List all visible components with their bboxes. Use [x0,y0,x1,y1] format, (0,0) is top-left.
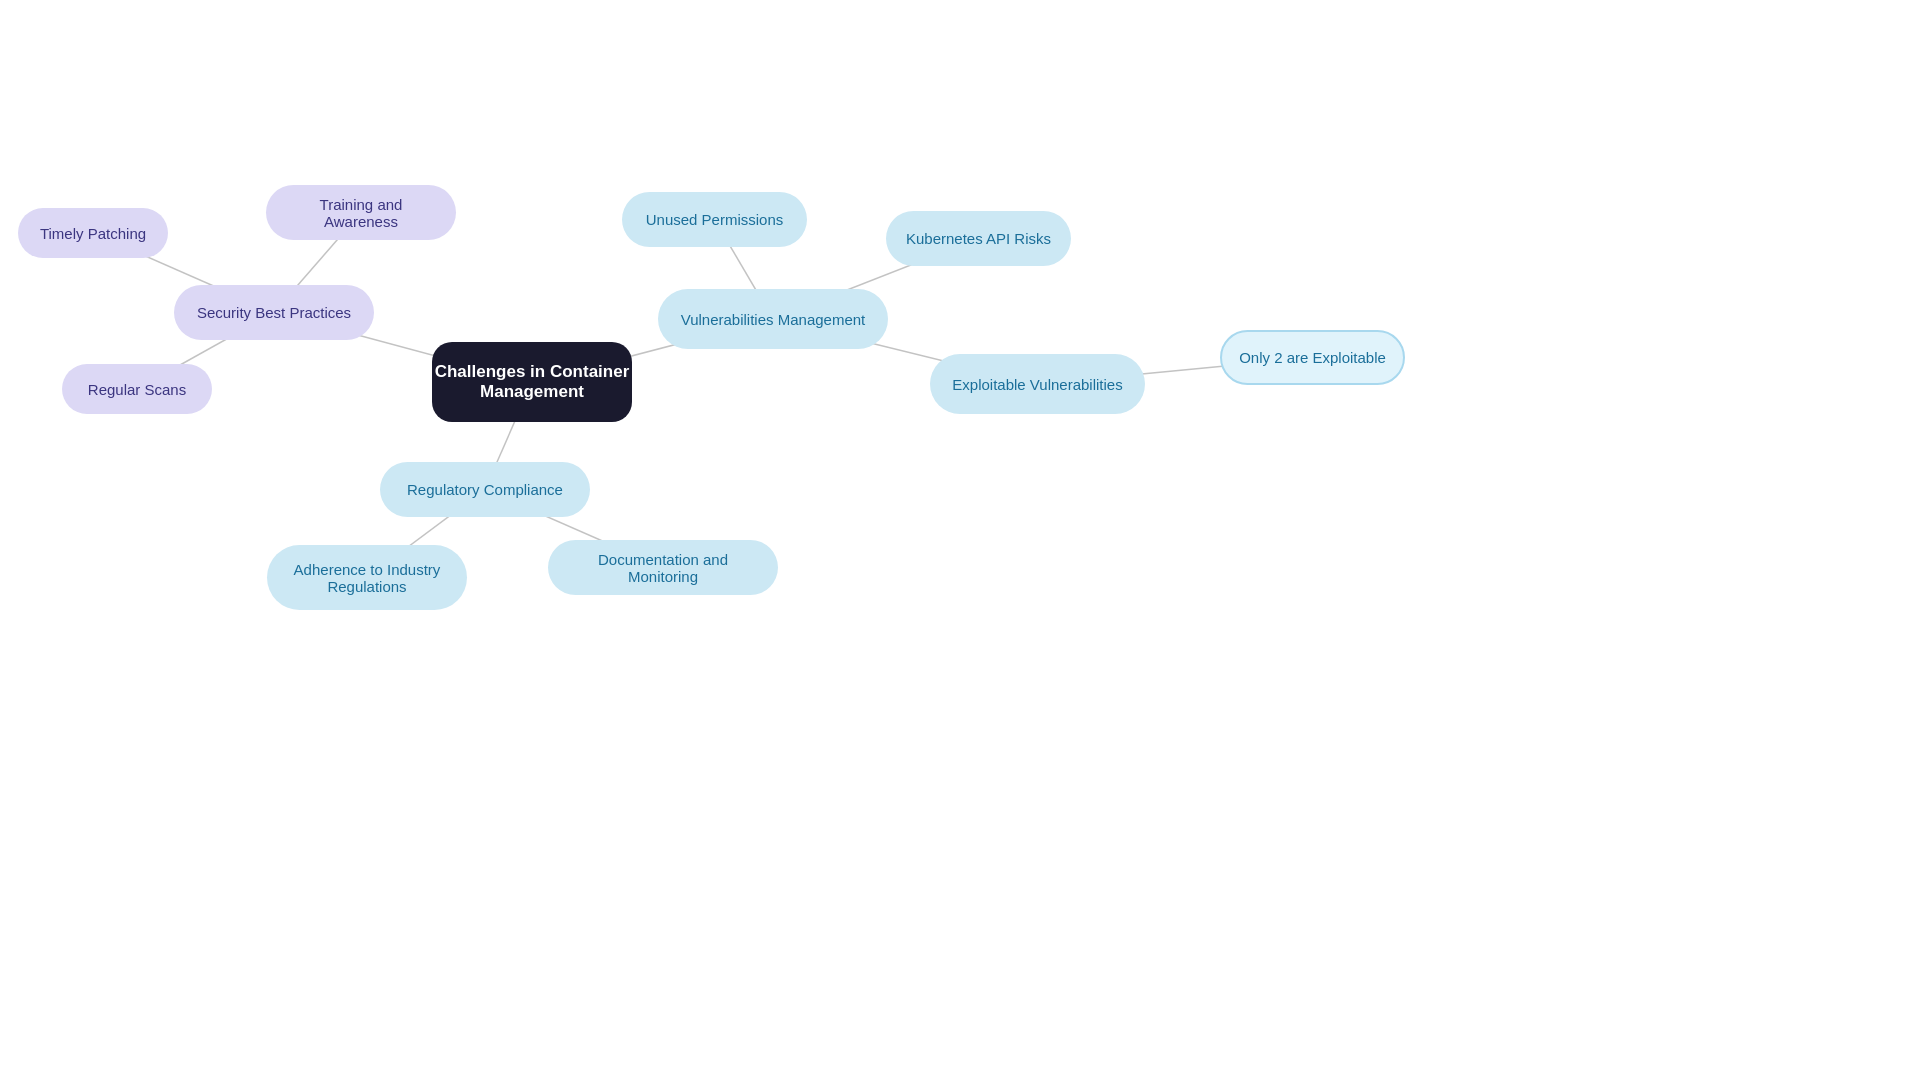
center-node[interactable]: Challenges in Container Management [432,342,632,422]
exploitable-vulnerabilities-node[interactable]: Exploitable Vulnerabilities [930,354,1145,414]
regulatory-compliance-node[interactable]: Regulatory Compliance [380,462,590,517]
regular-scans-node[interactable]: Regular Scans [62,364,212,414]
kubernetes-api-risks-node[interactable]: Kubernetes API Risks [886,211,1071,266]
vulnerabilities-management-node[interactable]: Vulnerabilities Management [658,289,888,349]
only2-exploitable-node[interactable]: Only 2 are Exploitable [1220,330,1405,385]
adherence-industry-regulations-node[interactable]: Adherence to Industry Regulations [267,545,467,610]
security-best-practices-node[interactable]: Security Best Practices [174,285,374,340]
unused-permissions-node[interactable]: Unused Permissions [622,192,807,247]
timely-patching-node[interactable]: Timely Patching [18,208,168,258]
training-awareness-node[interactable]: Training and Awareness [266,185,456,240]
documentation-monitoring-node[interactable]: Documentation and Monitoring [548,540,778,595]
